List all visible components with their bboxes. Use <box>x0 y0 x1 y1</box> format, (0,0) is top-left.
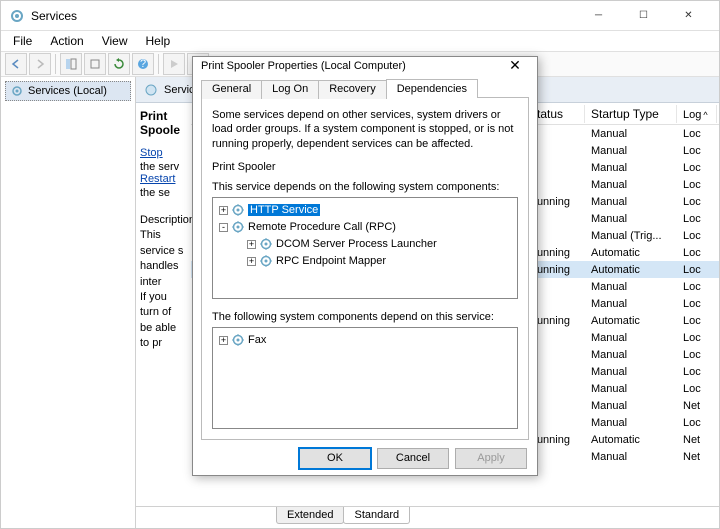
dependent-label: The following system components depend o… <box>212 311 518 323</box>
apply-button[interactable]: Apply <box>455 448 527 469</box>
expand-icon[interactable]: + <box>247 257 256 266</box>
back-button[interactable] <box>5 53 27 75</box>
tree-item[interactable]: +DCOM Server Process Launcher <box>217 236 513 253</box>
export-button[interactable] <box>84 53 106 75</box>
ok-button[interactable]: OK <box>299 448 371 469</box>
tree-item[interactable]: +RPC Endpoint Mapper <box>217 253 513 270</box>
tab-dependencies[interactable]: Dependencies <box>386 79 478 98</box>
desc-heading: Description: <box>140 213 187 228</box>
services-icon <box>9 8 25 24</box>
expand-icon[interactable]: + <box>247 240 256 249</box>
tree-pane: Services (Local) <box>1 77 136 528</box>
depends-on-label: This service depends on the following sy… <box>212 181 518 193</box>
gear-icon <box>10 84 24 98</box>
menu-help[interactable]: Help <box>138 32 179 50</box>
tree-services-local[interactable]: Services (Local) <box>5 81 131 101</box>
desc-body: This service s handles inter If you turn… <box>140 228 187 351</box>
tree-item[interactable]: +Fax <box>217 332 513 349</box>
forward-button[interactable] <box>29 53 51 75</box>
tab-logon[interactable]: Log On <box>261 80 319 99</box>
dialog-titlebar: Print Spooler Properties (Local Computer… <box>193 57 537 74</box>
properties-dialog: Print Spooler Properties (Local Computer… <box>192 56 538 476</box>
window-title: Services <box>31 9 576 23</box>
tree-item[interactable]: -Remote Procedure Call (RPC) <box>217 219 513 236</box>
dependent-tree[interactable]: +Fax <box>212 327 518 429</box>
dialog-close-button[interactable]: ✕ <box>501 57 529 74</box>
info-text: Some services depend on other services, … <box>212 108 518 151</box>
tree-item[interactable]: +HTTP Service <box>217 202 513 219</box>
menu-file[interactable]: File <box>5 32 40 50</box>
gear-icon <box>259 254 273 268</box>
minimize-button[interactable]: ─ <box>576 2 621 30</box>
menu-action[interactable]: Action <box>42 32 91 50</box>
show-hide-button[interactable] <box>60 53 82 75</box>
tab-extended[interactable]: Extended <box>276 507 344 524</box>
restart-link[interactable]: Restart <box>140 173 187 185</box>
menu-view[interactable]: View <box>94 32 136 50</box>
service-title: Print Spoole <box>140 109 187 137</box>
titlebar: Services ─ ☐ ✕ <box>1 1 719 31</box>
col-logon[interactable]: Log^ <box>677 105 717 123</box>
expand-icon[interactable]: + <box>219 206 228 215</box>
gear-icon <box>231 220 245 234</box>
play-button[interactable] <box>163 53 185 75</box>
svg-text:?: ? <box>140 58 146 70</box>
tab-general[interactable]: General <box>201 80 262 99</box>
expand-icon[interactable]: + <box>219 336 228 345</box>
gear-icon <box>259 237 273 251</box>
dependencies-page: Some services depend on other services, … <box>201 97 529 440</box>
detail-panel: Print Spoole Stop the serv Restart the s… <box>136 103 191 506</box>
bottom-tabs: Extended Standard <box>136 506 719 528</box>
menubar: File Action View Help <box>1 31 719 51</box>
depends-on-tree[interactable]: +HTTP Service-Remote Procedure Call (RPC… <box>212 197 518 299</box>
tab-recovery[interactable]: Recovery <box>318 80 386 99</box>
service-name-label: Print Spooler <box>212 161 518 173</box>
col-startup[interactable]: Startup Type <box>585 105 677 123</box>
help-button[interactable]: ? <box>132 53 154 75</box>
refresh-button[interactable] <box>108 53 130 75</box>
gear-icon <box>231 203 245 217</box>
expand-icon[interactable]: - <box>219 223 228 232</box>
tab-standard[interactable]: Standard <box>343 507 410 524</box>
gear-icon <box>231 333 245 347</box>
cancel-button[interactable]: Cancel <box>377 448 449 469</box>
maximize-button[interactable]: ☐ <box>621 2 666 30</box>
stop-link[interactable]: Stop <box>140 147 187 159</box>
close-button[interactable]: ✕ <box>666 2 711 30</box>
refresh-icon[interactable] <box>144 83 158 97</box>
dialog-title: Print Spooler Properties (Local Computer… <box>201 60 406 72</box>
tree-label: Services (Local) <box>28 85 107 97</box>
